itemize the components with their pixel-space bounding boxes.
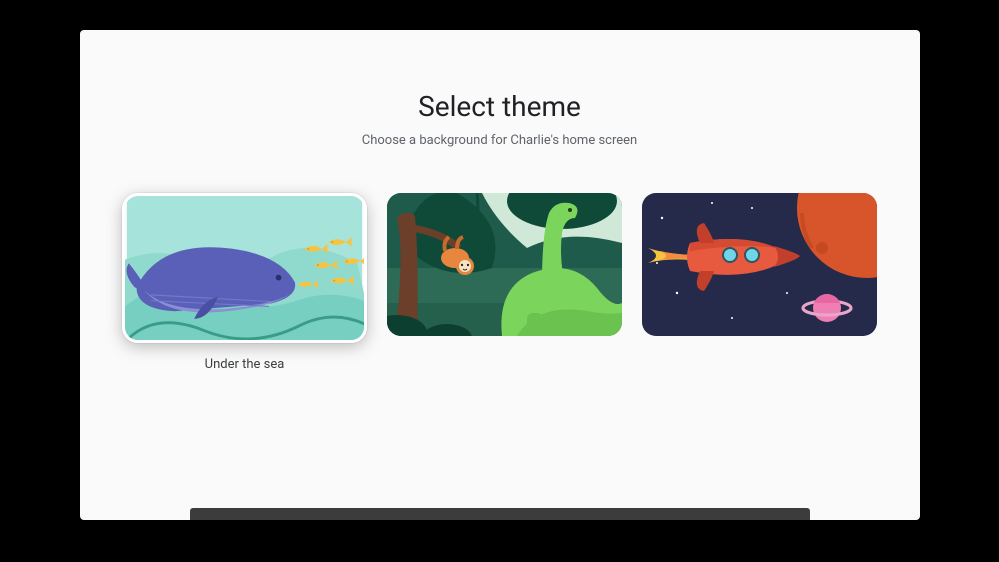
theme-card: [642, 193, 877, 336]
whale-icon: [125, 196, 364, 340]
dock-bar: [190, 508, 810, 520]
theme-option-dinosaur[interactable]: [387, 193, 622, 336]
dinosaur-icon: [387, 193, 622, 336]
rocket-icon: [642, 193, 877, 336]
theme-grid: Under the sea: [122, 193, 877, 372]
page-subtitle: Choose a background for Charlie's home s…: [362, 133, 637, 148]
theme-option-under-the-sea[interactable]: Under the sea: [122, 193, 367, 372]
theme-select-screen: Select theme Choose a background for Cha…: [80, 30, 920, 520]
theme-label: Under the sea: [205, 357, 285, 372]
page-title: Select theme: [418, 90, 581, 123]
theme-option-space[interactable]: [642, 193, 877, 336]
theme-card: [387, 193, 622, 336]
theme-card: [122, 193, 367, 343]
